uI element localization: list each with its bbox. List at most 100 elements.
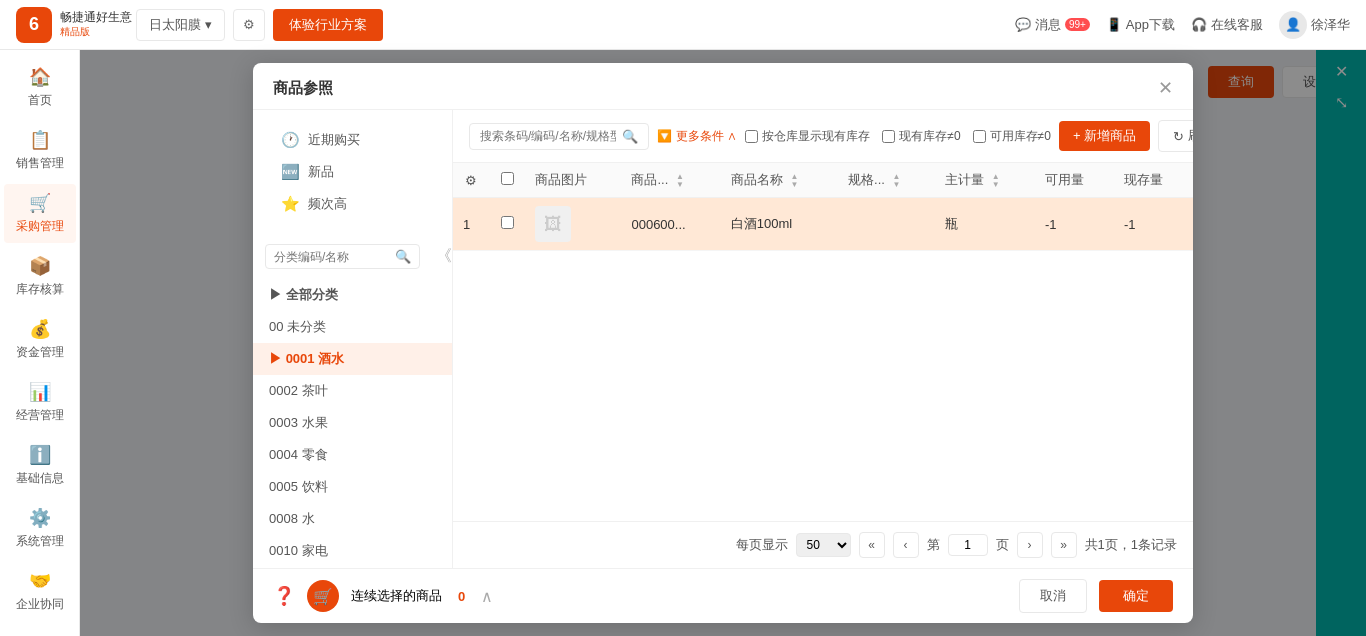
category-item-0003[interactable]: 0003 水果	[253, 407, 452, 439]
user-name: 徐泽华	[1311, 16, 1350, 34]
sidebar-item-purchase[interactable]: 🛒 采购管理	[4, 184, 76, 243]
select-all-checkbox[interactable]	[501, 172, 514, 185]
app-download-label: App下载	[1126, 16, 1175, 34]
app-download-item[interactable]: 📱 App下载	[1106, 16, 1175, 34]
nav-item-frequent[interactable]: ⭐ 频次高	[269, 188, 436, 220]
checkbox-stock-nonzero-label: 现有库存≠0	[899, 128, 960, 145]
logo-sub: 精品版	[60, 25, 132, 39]
filter-label: 更多条件 ∧	[676, 128, 737, 145]
help-icon[interactable]: ❓	[273, 585, 295, 607]
per-page-select[interactable]: 50 100 200	[796, 533, 851, 557]
gear-icon[interactable]: ⚙	[233, 9, 265, 41]
modal-overlay: 商品参照 ✕ 🕐 近期购买 🆕	[80, 50, 1366, 636]
collapse-footer-icon[interactable]: ∧	[481, 587, 493, 606]
sidebar-item-sales[interactable]: 📋 销售管理	[4, 121, 76, 180]
checkbox-warehouse-label: 按仓库显示现有库存	[762, 128, 870, 145]
cart-icon[interactable]: 🛒	[307, 580, 339, 612]
confirm-button[interactable]: 确定	[1099, 580, 1173, 612]
sidebar-item-system[interactable]: ⚙️ 系统管理	[4, 499, 76, 558]
checkbox-stock-nonzero[interactable]: 现有库存≠0	[882, 128, 960, 145]
category-search-input[interactable]	[274, 250, 391, 264]
sidebar-label-sales: 销售管理	[16, 155, 64, 172]
sidebar-label-enterprise: 企业协同	[16, 596, 64, 613]
nav-item-recent[interactable]: 🕐 近期购买	[269, 124, 436, 156]
modal-body: 🕐 近期购买 🆕 新品 ⭐ 频次高	[253, 110, 1193, 568]
row-select-checkbox[interactable]	[501, 216, 514, 229]
sidebar-label-operations: 经营管理	[16, 407, 64, 424]
category-item-0005[interactable]: 0005 饮料	[253, 471, 452, 503]
sidebar-item-info[interactable]: ℹ️ 基础信息	[4, 436, 76, 495]
online-service-item[interactable]: 🎧 在线客服	[1191, 16, 1263, 34]
cancel-button[interactable]: 取消	[1019, 579, 1087, 613]
filter-button[interactable]: 🔽 更多条件 ∧	[657, 128, 737, 145]
experience-button[interactable]: 体验行业方案	[273, 9, 383, 41]
add-product-button[interactable]: + 新增商品	[1059, 121, 1150, 151]
nav-item-new[interactable]: 🆕 新品	[269, 156, 436, 188]
col-name[interactable]: 商品名称 ▲▼	[721, 163, 838, 198]
product-search-box[interactable]: 🔍	[469, 123, 649, 150]
next-page-button[interactable]: ›	[1017, 532, 1043, 558]
checkbox-stock-nonzero-input[interactable]	[882, 130, 895, 143]
last-page-button[interactable]: »	[1051, 532, 1077, 558]
table-settings-icon[interactable]: ⚙	[465, 173, 477, 188]
modal-header: 商品参照 ✕	[253, 63, 1193, 110]
sidebar-item-finance[interactable]: 💰 资金管理	[4, 310, 76, 369]
row-name: 白酒100ml	[721, 198, 838, 251]
main-content: 查询 设置 ✕ ⤡ 商品参照 ✕	[80, 50, 1366, 636]
filter-icon: 🔽	[657, 129, 672, 143]
nav-dropdown[interactable]: 日太阳膜 ▾	[136, 9, 225, 41]
col-available[interactable]: 可用量	[1035, 163, 1114, 198]
notification-item[interactable]: 💬 消息 99+	[1015, 16, 1090, 34]
sidebar-label-purchase: 采购管理	[16, 218, 64, 235]
sidebar-item-home[interactable]: 🏠 首页	[4, 58, 76, 117]
category-item-0002[interactable]: 0002 茶叶	[253, 375, 452, 407]
category-item-all[interactable]: ▶ 全部分类	[253, 279, 452, 311]
col-unit[interactable]: 主计量 ▲▼	[935, 163, 1035, 198]
row-checkbox[interactable]	[489, 198, 525, 251]
category-item-00[interactable]: 00 未分类	[253, 311, 452, 343]
message-icon: 💬	[1015, 17, 1031, 32]
category-item-0008[interactable]: 0008 水	[253, 503, 452, 535]
col-checkbox	[489, 163, 525, 198]
toolbar: 🔍 🔽 更多条件 ∧ 按仓库显示现有库存	[453, 110, 1193, 163]
checkbox-warehouse-input[interactable]	[745, 130, 758, 143]
product-image: 🖼	[535, 206, 571, 242]
page-number-input[interactable]	[948, 534, 988, 556]
col-code[interactable]: 商品... ▲▼	[621, 163, 720, 198]
category-item-0010[interactable]: 0010 家电	[253, 535, 452, 567]
category-item-0004[interactable]: 0004 零食	[253, 439, 452, 471]
row-code: 000600...	[621, 198, 720, 251]
category-item-0001[interactable]: ▶ 0001 酒水	[253, 343, 452, 375]
chevron-down-icon: ▾	[205, 17, 212, 32]
row-spec	[838, 198, 935, 251]
category-list: ▶ 全部分类 00 未分类 ▶ 0001 酒水 0002 茶叶 0003 水果 …	[253, 275, 452, 568]
col-spec[interactable]: 规格... ▲▼	[838, 163, 935, 198]
sidebar-label-home: 首页	[28, 92, 52, 109]
checkbox-available-nonzero-input[interactable]	[973, 130, 986, 143]
checkbox-available-nonzero-label: 可用库存≠0	[990, 128, 1051, 145]
category-search[interactable]: 🔍	[265, 244, 420, 269]
selected-count-badge: 0	[458, 589, 465, 604]
new-label: 新品	[308, 163, 334, 181]
prev-page-button[interactable]: ‹	[893, 532, 919, 558]
first-page-button[interactable]: «	[859, 532, 885, 558]
modal-close-button[interactable]: ✕	[1158, 77, 1173, 99]
recent-icon: 🕐	[281, 131, 300, 149]
collapse-panel-button[interactable]: 《	[436, 246, 452, 267]
top-nav: 6 畅捷通好生意 精品版 日太阳膜 ▾ ⚙ 体验行业方案 💬 消息 99+ 📱 …	[0, 0, 1366, 50]
notification-label: 消息	[1035, 16, 1061, 34]
col-stock[interactable]: 现存量	[1114, 163, 1193, 198]
sidebar-item-guide[interactable]: 📖 新手引导	[4, 625, 76, 636]
row-available: -1	[1035, 198, 1114, 251]
sidebar-item-enterprise[interactable]: 🤝 企业协同	[4, 562, 76, 621]
product-search-input[interactable]	[480, 129, 616, 143]
table-row[interactable]: 1 🖼 000600... 白酒100ml	[453, 198, 1193, 251]
user-item[interactable]: 👤 徐泽华	[1279, 11, 1350, 39]
search-icon: 🔍	[395, 249, 411, 264]
checkbox-available-nonzero[interactable]: 可用库存≠0	[973, 128, 1051, 145]
col-settings[interactable]: ⚙	[453, 163, 489, 198]
checkbox-warehouse[interactable]: 按仓库显示现有库存	[745, 128, 870, 145]
refresh-button[interactable]: ↻ 刷新	[1158, 120, 1193, 152]
sidebar-item-operations[interactable]: 📊 经营管理	[4, 373, 76, 432]
sidebar-item-inventory[interactable]: 📦 库存核算	[4, 247, 76, 306]
